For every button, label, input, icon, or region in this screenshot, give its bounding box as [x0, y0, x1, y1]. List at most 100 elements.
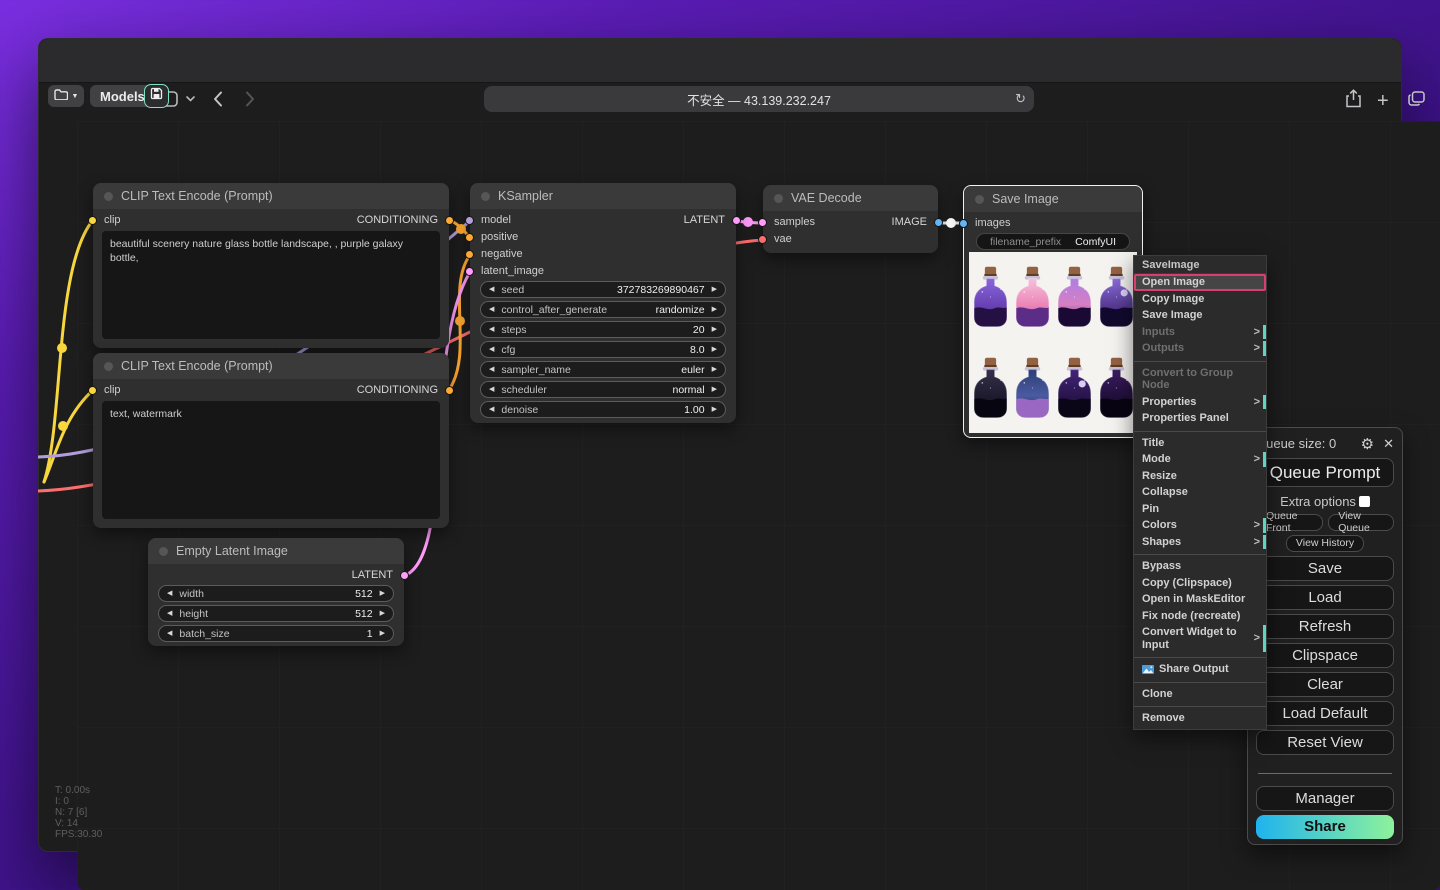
settings-gear-icon[interactable]: ⚙ — [1361, 435, 1374, 453]
collapse-dot-icon[interactable] — [774, 194, 783, 203]
menu-item-fix-node-recreate[interactable]: Fix node (recreate) — [1134, 608, 1266, 625]
decrement-arrow-icon[interactable]: ◀ — [167, 630, 172, 637]
clear-button[interactable]: Clear — [1256, 672, 1394, 697]
refresh-button[interactable]: Refresh — [1256, 614, 1394, 639]
menu-item-colors[interactable]: Colors> — [1134, 517, 1266, 534]
clip-input-slot[interactable] — [88, 386, 97, 395]
widget-batch-size[interactable]: ◀batch_size1▶ — [158, 625, 394, 642]
decrement-arrow-icon[interactable]: ◀ — [489, 346, 494, 353]
view-queue-button[interactable]: View Queue — [1328, 514, 1394, 531]
menu-item-mode[interactable]: Mode> — [1134, 451, 1266, 468]
save-workflow-button[interactable] — [144, 84, 169, 108]
prompt-textarea[interactable]: beautiful scenery nature glass bottle la… — [102, 231, 440, 339]
menu-item-clone[interactable]: Clone — [1134, 686, 1266, 703]
menu-item-copy-clipspace[interactable]: Copy (Clipspace) — [1134, 575, 1266, 592]
collapse-dot-icon[interactable] — [975, 195, 984, 204]
node-vae-decode[interactable]: VAE Decode samples vae IMAGE — [763, 185, 938, 253]
menu-item-bypass[interactable]: Bypass — [1134, 558, 1266, 575]
collapse-dot-icon[interactable] — [481, 192, 490, 201]
node-title[interactable]: CLIP Text Encode (Prompt) — [93, 353, 449, 379]
widget-height[interactable]: ◀height512▶ — [158, 605, 394, 622]
increment-arrow-icon[interactable]: ▶ — [712, 366, 717, 373]
node-title[interactable]: KSampler — [470, 183, 736, 209]
view-history-button[interactable]: View History — [1286, 535, 1364, 552]
widget-cfg[interactable]: ◀cfg8.0▶ — [480, 341, 726, 358]
widget-seed[interactable]: ◀seed372783269890467▶ — [480, 281, 726, 298]
widget-steps[interactable]: ◀steps20▶ — [480, 321, 726, 338]
images-input-slot[interactable] — [959, 219, 968, 228]
decrement-arrow-icon[interactable]: ◀ — [489, 386, 494, 393]
tab-overview-icon[interactable] — [1408, 91, 1425, 106]
increment-arrow-icon[interactable]: ▶ — [380, 610, 385, 617]
increment-arrow-icon[interactable]: ▶ — [712, 306, 717, 313]
decrement-arrow-icon[interactable]: ◀ — [489, 306, 494, 313]
manager-button[interactable]: Manager — [1256, 786, 1394, 811]
node-save-image[interactable]: Save Image images filename_prefix ComfyU… — [963, 185, 1143, 438]
menu-item-convert-widget-to-input[interactable]: Convert Widget to Input> — [1134, 624, 1266, 653]
increment-arrow-icon[interactable]: ▶ — [380, 590, 385, 597]
prompt-textarea[interactable]: text, watermark — [102, 401, 440, 519]
widget-denoise[interactable]: ◀denoise1.00▶ — [480, 401, 726, 418]
menu-item-resize[interactable]: Resize — [1134, 468, 1266, 485]
load-default-button[interactable]: Load Default — [1256, 701, 1394, 726]
close-panel-icon[interactable]: ✕ — [1383, 436, 1394, 452]
node-title[interactable]: VAE Decode — [763, 185, 938, 211]
reset-view-button[interactable]: Reset View — [1256, 730, 1394, 755]
menu-item-open-image[interactable]: Open Image — [1134, 274, 1266, 291]
menu-item-pin[interactable]: Pin — [1134, 501, 1266, 518]
save-button[interactable]: Save — [1256, 556, 1394, 581]
positive-input-slot[interactable] — [465, 233, 474, 242]
menu-item-open-in-maskeditor[interactable]: Open in MaskEditor — [1134, 591, 1266, 608]
widget-width[interactable]: ◀width512▶ — [158, 585, 394, 602]
increment-arrow-icon[interactable]: ▶ — [712, 406, 717, 413]
reload-icon[interactable]: ↻ — [1015, 91, 1026, 107]
latent-output-slot[interactable] — [732, 216, 741, 225]
address-bar[interactable]: 不安全 — 43.139.232.247 ↻ — [484, 86, 1034, 112]
increment-arrow-icon[interactable]: ▶ — [380, 630, 385, 637]
widget-control-after-generate[interactable]: ◀control_after_generaterandomize▶ — [480, 301, 726, 318]
increment-arrow-icon[interactable]: ▶ — [712, 346, 717, 353]
latent-image-input-slot[interactable] — [465, 267, 474, 276]
node-title[interactable]: CLIP Text Encode (Prompt) — [93, 183, 449, 209]
share-button[interactable]: Share — [1256, 815, 1394, 839]
menu-item-copy-image[interactable]: Copy Image — [1134, 291, 1266, 308]
extra-options-checkbox[interactable] — [1359, 496, 1370, 507]
clipspace-button[interactable]: Clipspace — [1256, 643, 1394, 668]
node-title[interactable]: Save Image — [964, 186, 1142, 212]
increment-arrow-icon[interactable]: ▶ — [712, 286, 717, 293]
increment-arrow-icon[interactable]: ▶ — [712, 386, 717, 393]
menu-item-properties-panel[interactable]: Properties Panel — [1134, 410, 1266, 427]
model-input-slot[interactable] — [465, 216, 474, 225]
menu-item-shapes[interactable]: Shapes> — [1134, 534, 1266, 551]
decrement-arrow-icon[interactable]: ◀ — [167, 590, 172, 597]
negative-input-slot[interactable] — [465, 250, 474, 259]
menu-item-collapse[interactable]: Collapse — [1134, 484, 1266, 501]
node-empty-latent-image[interactable]: Empty Latent Image LATENT ◀width512▶◀hei… — [148, 538, 404, 646]
increment-arrow-icon[interactable]: ▶ — [712, 326, 717, 333]
filename-prefix-widget[interactable]: filename_prefix ComfyUI — [976, 233, 1130, 250]
queue-prompt-button[interactable]: Queue Prompt — [1256, 458, 1394, 487]
menu-item-properties[interactable]: Properties> — [1134, 394, 1266, 411]
clip-input-slot[interactable] — [88, 216, 97, 225]
menu-item-remove[interactable]: Remove — [1134, 710, 1266, 727]
image-output-slot[interactable] — [934, 218, 943, 227]
conditioning-output-slot[interactable] — [445, 386, 454, 395]
collapse-dot-icon[interactable] — [104, 192, 113, 201]
menu-item-title[interactable]: Title — [1134, 435, 1266, 452]
node-clip-text-encode-positive[interactable]: CLIP Text Encode (Prompt) clip CONDITION… — [93, 183, 449, 348]
node-ksampler[interactable]: KSampler model positive negative latent_… — [470, 183, 736, 423]
new-tab-icon[interactable]: + — [1377, 90, 1389, 113]
decrement-arrow-icon[interactable]: ◀ — [489, 326, 494, 333]
share-icon[interactable] — [1346, 89, 1361, 108]
menu-item-save-image[interactable]: Save Image — [1134, 307, 1266, 324]
back-button[interactable] — [213, 91, 223, 107]
samples-input-slot[interactable] — [758, 218, 767, 227]
menu-item-share-output[interactable]: Share Output — [1134, 661, 1266, 678]
node-title[interactable]: Empty Latent Image — [148, 538, 404, 564]
load-button[interactable]: Load — [1256, 585, 1394, 610]
latent-output-slot[interactable] — [400, 571, 409, 580]
node-clip-text-encode-negative[interactable]: CLIP Text Encode (Prompt) clip CONDITION… — [93, 353, 449, 528]
conditioning-output-slot[interactable] — [445, 216, 454, 225]
decrement-arrow-icon[interactable]: ◀ — [167, 610, 172, 617]
workflow-folder-button[interactable]: ▼ — [48, 85, 84, 107]
